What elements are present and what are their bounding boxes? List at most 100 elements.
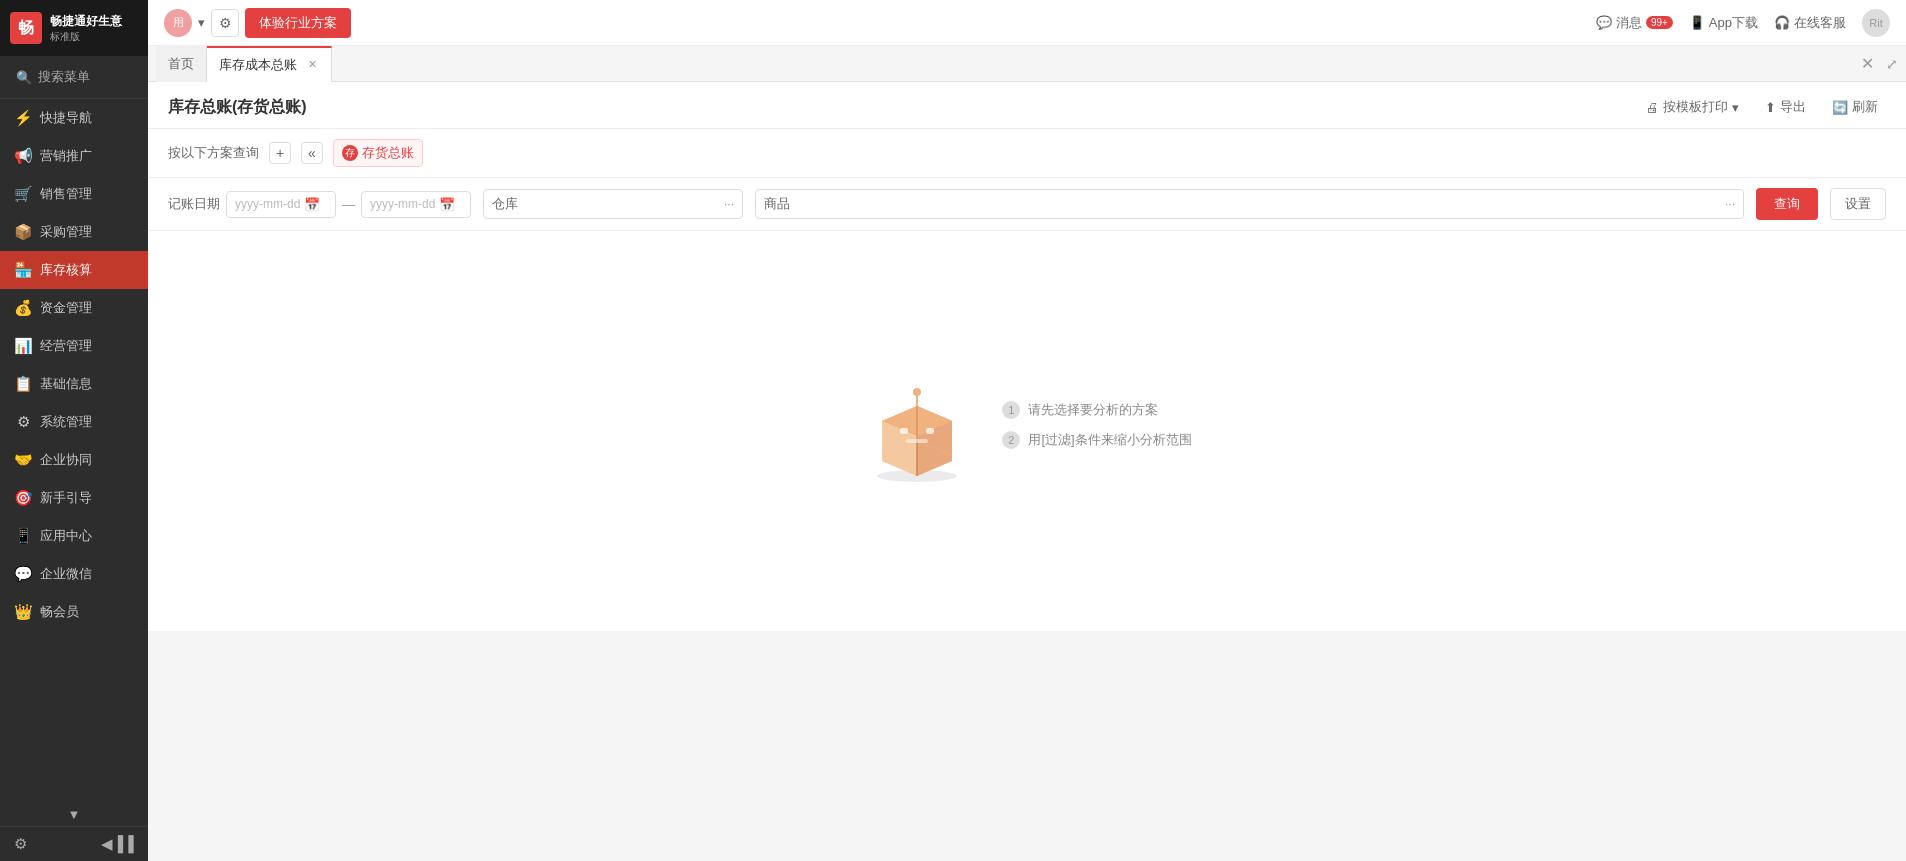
sidebar-scroll-down[interactable]: ▼ [0, 803, 148, 826]
sidebar-item-label: 企业微信 [40, 565, 92, 583]
filter-add-btn[interactable]: + [269, 142, 291, 164]
refresh-icon: 🔄 [1832, 100, 1848, 115]
tip-num-1: 1 [1002, 401, 1020, 419]
app-download-btn[interactable]: 📱 App下载 [1689, 14, 1758, 32]
tip-text-2: 用[过滤]条件来缩小分析范围 [1028, 431, 1191, 449]
industry-btn[interactable]: 体验行业方案 [245, 8, 351, 38]
warehouse-label: 仓库 [492, 195, 518, 213]
page-content: 库存总账(存货总账) 🖨 按模板打印 ▾ ⬆ 导出 🔄 刷新 按以下方案查询 [148, 82, 1906, 861]
online-service-btn[interactable]: 🎧 在线客服 [1774, 14, 1846, 32]
product-field[interactable]: 商品 ··· [755, 189, 1744, 219]
app-version: 标准版 [50, 30, 122, 44]
phone-icon: 📱 [1689, 15, 1705, 30]
print-btn[interactable]: 🖨 按模板打印 ▾ [1638, 94, 1747, 120]
tip-num-2: 2 [1002, 431, 1020, 449]
sidebar-item-finance[interactable]: 💰 资金管理 [0, 289, 148, 327]
online-service-label: 在线客服 [1794, 14, 1846, 32]
empty-inner: 1 请先选择要分析的方案 2 用[过滤]条件来缩小分析范围 [862, 376, 1191, 486]
user-avatar-right[interactable]: Rit [1862, 9, 1890, 37]
scheme-label: 存货总账 [362, 144, 414, 162]
tab-inventory-cost-label: 库存成本总账 [219, 56, 297, 74]
tabbar-right: ✕ ⤢ [1857, 54, 1898, 73]
sidebar-item-inventory[interactable]: 🏪 库存核算 [0, 251, 148, 289]
setting-btn[interactable]: 设置 [1830, 188, 1886, 220]
scheme-item-inventory[interactable]: 存 存货总账 [333, 139, 423, 167]
tab-home[interactable]: 首页 [156, 46, 207, 82]
print-dropdown-icon: ▾ [1732, 100, 1739, 115]
user-name-display: Rit [1869, 17, 1882, 29]
calendar-start-icon[interactable]: 📅 [304, 197, 320, 212]
date-start-input[interactable]: yyyy-mm-dd 📅 [226, 191, 336, 218]
sidebar-item-label: 销售管理 [40, 185, 92, 203]
sidebar-item-guide[interactable]: 🎯 新手引导 [0, 479, 148, 517]
refresh-btn[interactable]: 🔄 刷新 [1824, 94, 1886, 120]
message-badge: 99+ [1646, 16, 1673, 29]
main-area: 用 ▾ ⚙ 体验行业方案 💬 消息 99+ 📱 App下载 🎧 在线客服 [148, 0, 1906, 861]
sidebar-item-marketing[interactable]: 📢 营销推广 [0, 137, 148, 175]
sidebar-item-sales[interactable]: 🛒 销售管理 [0, 175, 148, 213]
tab-close-all-btn[interactable]: ✕ [1857, 54, 1878, 73]
tab-inventory-cost[interactable]: 库存成本总账 ✕ [207, 46, 332, 82]
page-actions: 🖨 按模板打印 ▾ ⬆ 导出 🔄 刷新 [1638, 94, 1886, 120]
svg-point-13 [913, 388, 921, 396]
search-btn[interactable]: 查询 [1756, 188, 1818, 220]
app-name: 畅捷通好生意 [50, 13, 122, 30]
sidebar-search-trigger[interactable]: 🔍 搜索菜单 [10, 64, 138, 90]
date-field: 记账日期 yyyy-mm-dd 📅 — yyyy-mm-dd 📅 [168, 191, 471, 218]
date-label: 记账日期 [168, 195, 220, 213]
sidebar-search-area[interactable]: 🔍 搜索菜单 [0, 56, 148, 99]
tab-resize-btn[interactable]: ⤢ [1886, 56, 1898, 72]
sidebar-item-appcenter[interactable]: 📱 应用中心 [0, 517, 148, 555]
search-filter-row: 记账日期 yyyy-mm-dd 📅 — yyyy-mm-dd 📅 仓库 ··· … [148, 178, 1906, 231]
date-start-placeholder: yyyy-mm-dd [235, 197, 300, 211]
export-btn[interactable]: ⬆ 导出 [1757, 94, 1814, 120]
date-end-input[interactable]: yyyy-mm-dd 📅 [361, 191, 471, 218]
wechat-icon: 💬 [14, 565, 32, 583]
sidebar-item-label: 经营管理 [40, 337, 92, 355]
warehouse-more-btn[interactable]: ··· [724, 197, 734, 211]
topbar-dropdown[interactable]: ▾ [198, 15, 205, 30]
marketing-icon: 📢 [14, 147, 32, 165]
sidebar-item-purchase[interactable]: 📦 采购管理 [0, 213, 148, 251]
sidebar-item-basic[interactable]: 📋 基础信息 [0, 365, 148, 403]
sidebar-item-quick-nav[interactable]: ⚡ 快捷导航 [0, 99, 148, 137]
date-separator: — [342, 197, 355, 212]
headset-icon: 🎧 [1774, 15, 1790, 30]
sidebar-logo: 畅 畅捷通好生意 标准版 [0, 0, 148, 56]
topbar-gear-btn[interactable]: ⚙ [211, 9, 239, 37]
user-avatar-bar: 用 [164, 9, 192, 37]
warehouse-input[interactable] [522, 197, 720, 211]
product-more-btn[interactable]: ··· [1725, 197, 1735, 211]
product-label: 商品 [764, 195, 790, 213]
sidebar-item-membership[interactable]: 👑 畅会员 [0, 593, 148, 631]
message-icon: 💬 [1596, 15, 1612, 30]
warehouse-field[interactable]: 仓库 ··· [483, 189, 743, 219]
sidebar-item-wechat[interactable]: 💬 企业微信 [0, 555, 148, 593]
sidebar-item-system[interactable]: ⚙ 系统管理 [0, 403, 148, 441]
operation-icon: 📊 [14, 337, 32, 355]
sidebar-item-label: 营销推广 [40, 147, 92, 165]
system-icon: ⚙ [14, 413, 32, 431]
sidebar-item-operation[interactable]: 📊 经营管理 [0, 327, 148, 365]
filter-collapse-btn[interactable]: « [301, 142, 323, 164]
speaker-bottom-icon[interactable]: ◀▐▐ [101, 835, 134, 853]
tab-home-label: 首页 [168, 55, 194, 73]
message-btn[interactable]: 💬 消息 99+ [1596, 14, 1673, 32]
appcenter-icon: 📱 [14, 527, 32, 545]
sidebar-bottom: ⚙ ◀▐▐ [0, 826, 148, 861]
tab-close-btn[interactable]: ✕ [305, 58, 319, 72]
settings-bottom-icon[interactable]: ⚙ [14, 835, 27, 853]
print-label: 按模板打印 [1663, 98, 1728, 116]
sidebar-item-label: 应用中心 [40, 527, 92, 545]
product-input[interactable] [794, 197, 1721, 211]
collapse-icon: « [308, 145, 316, 161]
svg-rect-10 [926, 428, 934, 434]
sidebar-item-label: 采购管理 [40, 223, 92, 241]
refresh-label: 刷新 [1852, 98, 1878, 116]
date-end-placeholder: yyyy-mm-dd [370, 197, 435, 211]
calendar-end-icon[interactable]: 📅 [439, 197, 455, 212]
sidebar-item-cooperation[interactable]: 🤝 企业协同 [0, 441, 148, 479]
search-icon: 🔍 [16, 70, 32, 85]
quick-nav-icon: ⚡ [14, 109, 32, 127]
scheme-icon: 存 [342, 145, 358, 161]
